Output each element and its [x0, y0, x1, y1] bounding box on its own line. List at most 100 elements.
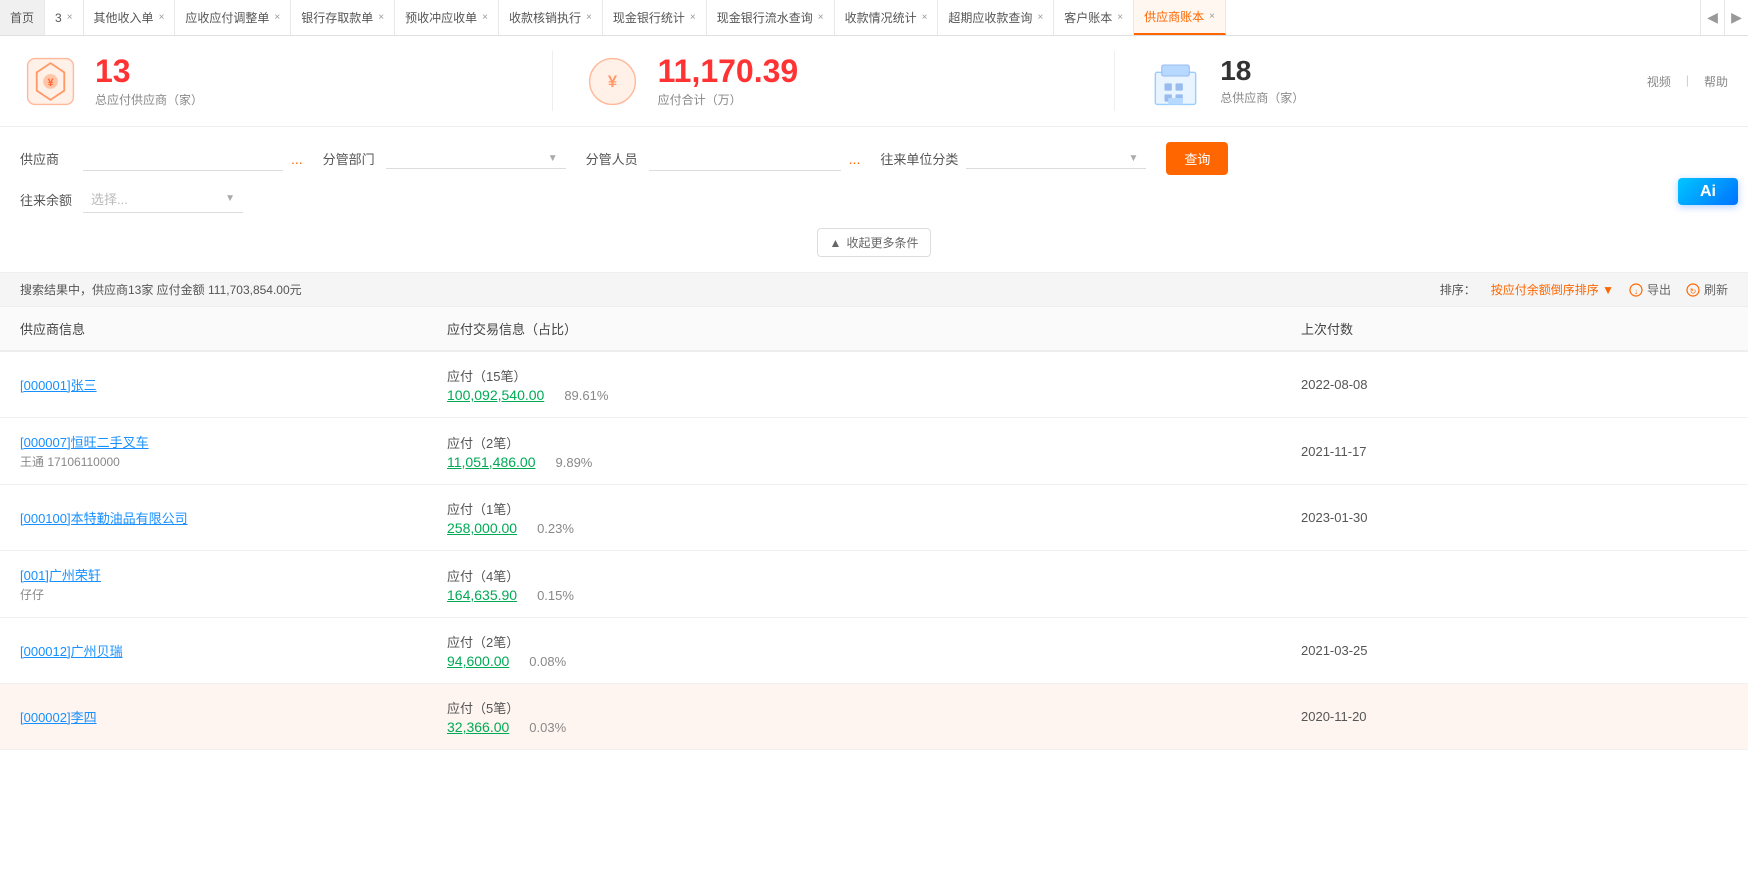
nav-tab-customer-ledger[interactable]: 客户账本 ×: [1054, 0, 1134, 35]
refresh-icon: ↻: [1686, 283, 1700, 297]
trans-row-3: 258,000.00 0.23%: [447, 518, 1301, 536]
nav-tab-other-income[interactable]: 其他收入单 ×: [84, 0, 176, 35]
transaction-info-5: 应付（2笔） 94,600.00 0.08%: [447, 632, 1301, 669]
trans-row-4: 164,635.90 0.15%: [447, 585, 1301, 603]
nav-tab-overdue-ar-close[interactable]: ×: [1037, 12, 1043, 23]
dept-filter-select[interactable]: ▼: [386, 149, 566, 169]
nav-tab-cash-bank-flow[interactable]: 现金银行流水查询 ×: [707, 0, 835, 35]
supplier-link-5[interactable]: [000012]广州贝瑞: [20, 641, 447, 660]
nav-tab-payment-verify-label: 收款核销执行: [509, 9, 581, 26]
category-filter-select[interactable]: ▼: [966, 149, 1146, 169]
nav-tab-bank-deposit[interactable]: 银行存取款单 ×: [291, 0, 395, 35]
nav-tab-prepay-ar[interactable]: 预收冲应收单 ×: [395, 0, 499, 35]
supplier-link-6[interactable]: [000002]李四: [20, 707, 447, 726]
nav-tab-other-income-close[interactable]: ×: [159, 12, 165, 23]
collapse-button[interactable]: ▲ 收起更多条件: [817, 228, 932, 257]
person-filter-input[interactable]: [649, 147, 841, 171]
table-row: [000100]本特勤油品有限公司 应付（1笔） 258,000.00 0.23…: [0, 485, 1748, 551]
export-label: 导出: [1647, 281, 1671, 298]
trans-amount-1[interactable]: 100,092,540.00: [447, 387, 544, 403]
refresh-button[interactable]: ↻ 刷新: [1686, 281, 1728, 298]
last-payment-3: 2023-01-30: [1301, 510, 1728, 525]
sort-select[interactable]: 按应付余额倒序排序 ▼: [1491, 281, 1614, 298]
transaction-info-3: 应付（1笔） 258,000.00 0.23%: [447, 499, 1301, 536]
nav-next-arrow[interactable]: ▶: [1724, 0, 1748, 36]
trans-amount-5[interactable]: 94,600.00: [447, 653, 509, 669]
nav-tab-3[interactable]: 3 ×: [45, 0, 84, 35]
top-navigation: 首页 3 × 其他收入单 × 应收应付调整单 × 银行存取款单 × 预收冲应收单…: [0, 0, 1748, 36]
help-link[interactable]: 帮助: [1704, 73, 1728, 90]
supplier-link-2[interactable]: [000007]恒旺二手叉车: [20, 432, 447, 451]
supplier-link-4[interactable]: [001]广州荣轩: [20, 565, 447, 584]
nav-tab-home-label: 首页: [10, 9, 34, 26]
col-header-transaction: 应付交易信息（占比）: [447, 319, 1301, 338]
supplier-info-5: [000012]广州贝瑞: [20, 641, 447, 660]
stat-info-2: 11,170.39 应付合计（万）: [658, 55, 799, 108]
result-bar: 搜索结果中，供应商13家 应付金额 111,703,854.00元 排序： 按应…: [0, 273, 1748, 307]
person-filter-label: 分管人员: [586, 149, 641, 168]
nav-tab-prepay-ar-close[interactable]: ×: [482, 12, 488, 23]
supplier-link-3[interactable]: [000100]本特勤油品有限公司: [20, 508, 447, 527]
supplier-sub-2: 王通 17106110000: [20, 453, 447, 470]
nav-tab-supplier-ledger[interactable]: 供应商账本 ×: [1134, 0, 1226, 35]
nav-tab-bank-deposit-close[interactable]: ×: [378, 12, 384, 23]
refresh-label: 刷新: [1704, 281, 1728, 298]
trans-row-2: 11,051,486.00 9.89%: [447, 452, 1301, 470]
nav-tab-cash-bank-flow-close[interactable]: ×: [818, 12, 824, 23]
nav-tab-payment-stat[interactable]: 收款情况统计 ×: [835, 0, 939, 35]
supplier-filter-input[interactable]: [83, 147, 283, 171]
nav-tab-bank-deposit-label: 银行存取款单: [301, 9, 373, 26]
trans-amount-4[interactable]: 164,635.90: [447, 587, 517, 603]
transaction-info-6: 应付（5笔） 32,366.00 0.03%: [447, 698, 1301, 735]
stat-icon-3: [1145, 51, 1205, 111]
supplier-info-6: [000002]李四: [20, 707, 447, 726]
trans-amount-2[interactable]: 11,051,486.00: [447, 454, 536, 470]
nav-tab-payment-stat-close[interactable]: ×: [922, 12, 928, 23]
person-filter-ellipsis[interactable]: ...: [849, 151, 861, 167]
nav-tab-ar-ap-adjust-close[interactable]: ×: [274, 12, 280, 23]
trans-percent-4: 0.15%: [537, 588, 574, 603]
stat-card-payable-total: ¥ 11,170.39 应付合计（万）: [583, 51, 1085, 111]
trans-percent-3: 0.23%: [537, 521, 574, 536]
table-header: 供应商信息 应付交易信息（占比） 上次付数: [0, 307, 1748, 352]
trans-percent-1: 89.61%: [564, 388, 608, 403]
nav-tab-cash-bank-stat-label: 现金银行统计: [613, 9, 685, 26]
balance-filter-label: 往来余额: [20, 190, 75, 209]
nav-tab-cash-bank-flow-label: 现金银行流水查询: [717, 9, 813, 26]
nav-tab-payment-verify-close[interactable]: ×: [586, 12, 592, 23]
nav-tab-ar-ap-adjust[interactable]: 应收应付调整单 ×: [175, 0, 291, 35]
balance-filter-select[interactable]: 选择... ▼: [83, 185, 243, 213]
trans-percent-6: 0.03%: [529, 720, 566, 735]
stat-card-total-suppliers: 18 总供应商（家）: [1145, 51, 1647, 111]
stat-label-payable-total: 应付合计（万）: [658, 91, 799, 108]
stat-info-3: 18 总供应商（家）: [1220, 57, 1304, 106]
nav-tab-supplier-ledger-close[interactable]: ×: [1209, 11, 1215, 22]
trans-label-3: 应付（1笔）: [447, 499, 1301, 518]
trans-amount-6[interactable]: 32,366.00: [447, 719, 509, 735]
nav-tab-home[interactable]: 首页: [0, 0, 45, 35]
header-stats: ¥ 13 总应付供应商（家） ¥ 11,170.39 应付合计（万）: [0, 36, 1748, 127]
nav-tab-prepay-ar-label: 预收冲应收单: [405, 9, 477, 26]
nav-tab-cash-bank-stat[interactable]: 现金银行统计 ×: [603, 0, 707, 35]
supplier-link-1[interactable]: [000001]张三: [20, 375, 447, 394]
nav-prev-arrow[interactable]: ◀: [1700, 0, 1724, 36]
collapse-button-label: 收起更多条件: [846, 234, 918, 251]
nav-tab-3-close[interactable]: ×: [67, 12, 73, 23]
video-link[interactable]: 视频: [1647, 73, 1671, 90]
export-button[interactable]: ↓ 导出: [1629, 281, 1671, 298]
query-button[interactable]: 查询: [1166, 142, 1228, 175]
table-row: [001]广州荣轩 仔仔 应付（4笔） 164,635.90 0.15%: [0, 551, 1748, 618]
ai-badge[interactable]: Ai: [1678, 178, 1738, 205]
nav-tab-payment-verify[interactable]: 收款核销执行 ×: [499, 0, 603, 35]
col-header-last-payment: 上次付数: [1301, 319, 1728, 338]
trans-amount-3[interactable]: 258,000.00: [447, 520, 517, 536]
nav-tab-overdue-ar[interactable]: 超期应收款查询 ×: [938, 0, 1054, 35]
stat-label-suppliers-payable: 总应付供应商（家）: [95, 91, 203, 108]
nav-tab-customer-ledger-close[interactable]: ×: [1117, 12, 1123, 23]
trans-label-6: 应付（5笔）: [447, 698, 1301, 717]
col-header-supplier: 供应商信息: [20, 319, 447, 338]
svg-text:↓: ↓: [1634, 287, 1638, 296]
supplier-filter-ellipsis[interactable]: ...: [291, 151, 303, 167]
nav-tab-cash-bank-stat-close[interactable]: ×: [690, 12, 696, 23]
trans-label-5: 应付（2笔）: [447, 632, 1301, 651]
